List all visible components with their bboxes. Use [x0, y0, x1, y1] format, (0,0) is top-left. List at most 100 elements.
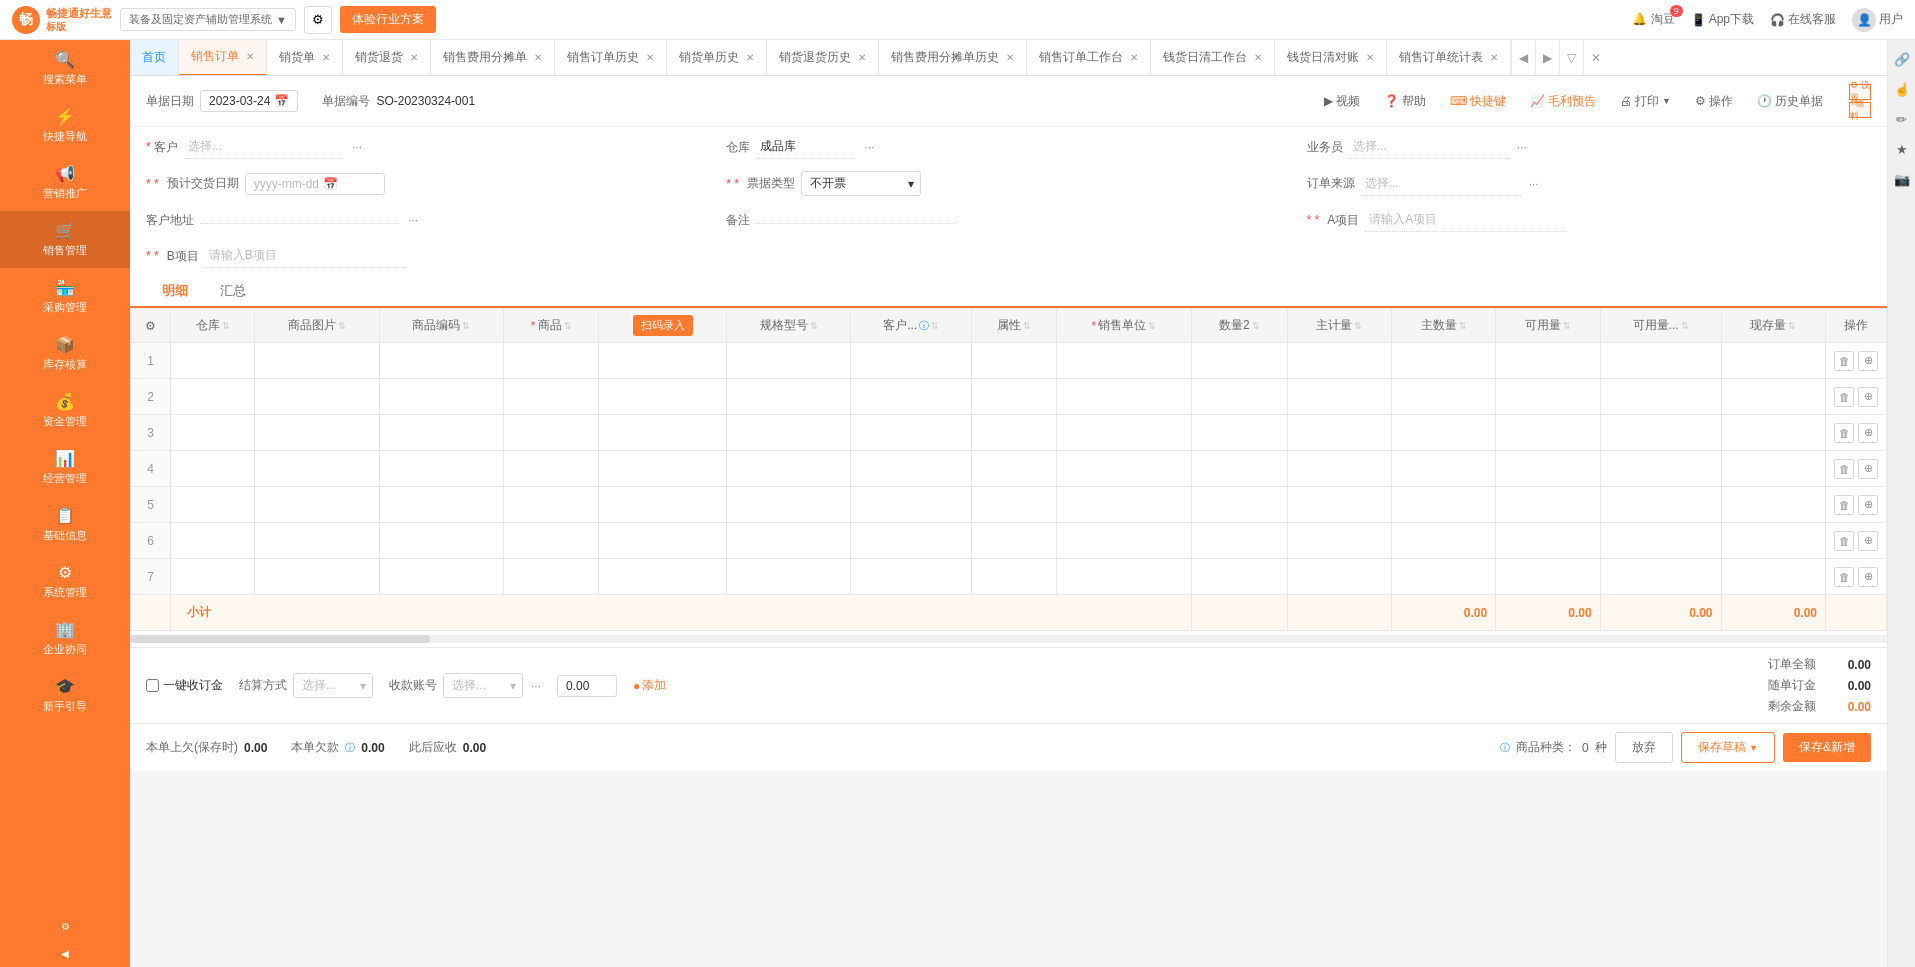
history-button[interactable]: 🕐 历史单据	[1751, 91, 1829, 112]
tab-close-icon[interactable]: ✕	[1130, 52, 1138, 63]
customer-more-icon[interactable]: ···	[352, 140, 362, 154]
sidebar-item-basic[interactable]: 📋 基础信息	[0, 496, 130, 553]
order-source-input[interactable]: 选择...	[1361, 172, 1521, 196]
payment-method-select[interactable]: 选择... ▾	[293, 673, 373, 698]
print-button[interactable]: 🖨 打印 ▼	[1614, 91, 1677, 112]
right-panel-photo-icon[interactable]: 📷	[1891, 168, 1913, 190]
sidebar-item-purchase[interactable]: 🏪 采购管理	[0, 268, 130, 325]
copy-row-button[interactable]: ⊕	[1858, 531, 1878, 551]
sidebar-settings-button[interactable]: ⚙	[0, 913, 130, 940]
salesperson-input[interactable]: 选择...	[1349, 135, 1509, 159]
tab-sales-workbench[interactable]: 销售订单工作台 ✕	[1027, 40, 1151, 76]
delivery-date-input[interactable]: yyyy-mm-dd 📅	[245, 173, 385, 195]
tab-sales-stats[interactable]: 销售订单统计表 ✕	[1387, 40, 1511, 76]
remark-input[interactable]	[756, 217, 956, 224]
copy-row-button[interactable]: ⊕	[1858, 495, 1878, 515]
tab-close-icon[interactable]: ✕	[1490, 52, 1498, 63]
tab-close-icon[interactable]: ✕	[858, 52, 866, 63]
tab-daily-reconcile[interactable]: 钱货日清对账 ✕	[1275, 40, 1387, 76]
tab-close-icon[interactable]: ✕	[646, 52, 654, 63]
delete-row-button[interactable]: 🗑	[1834, 387, 1854, 407]
tab-close-all-button[interactable]: ✕	[1583, 40, 1607, 76]
sidebar-item-marketing[interactable]: 📢 营销推广	[0, 154, 130, 211]
sidebar-item-ops[interactable]: 📊 经营管理	[0, 439, 130, 496]
tab-close-icon[interactable]: ✕	[322, 52, 330, 63]
right-panel-edit-icon[interactable]: ✏	[1891, 108, 1913, 130]
delete-row-button[interactable]: 🗑	[1834, 423, 1854, 443]
industry-button[interactable]: 体验行业方案	[340, 6, 436, 33]
delete-row-button[interactable]: 🗑	[1834, 567, 1854, 587]
tab-sales-invoice[interactable]: 销货单 ✕	[267, 40, 343, 76]
order-source-more-icon[interactable]: ···	[1529, 177, 1539, 191]
right-panel-fingerprint-icon[interactable]: ☝	[1891, 78, 1913, 100]
right-panel-star-icon[interactable]: ★	[1891, 138, 1913, 160]
tab-close-icon[interactable]: ✕	[1254, 52, 1262, 63]
sidebar-collapse-button[interactable]: ◀	[0, 940, 130, 967]
copy-row-button[interactable]: ⊕	[1858, 567, 1878, 587]
one-click-checkbox[interactable]	[146, 679, 159, 692]
shortcut-button[interactable]: ⌨ 快捷键	[1444, 91, 1512, 112]
salesperson-more-icon[interactable]: ···	[1517, 140, 1527, 154]
address-more-icon[interactable]: ···	[408, 213, 418, 227]
sidebar-item-search[interactable]: 🔍 搜索菜单	[0, 40, 130, 97]
tab-expense-history[interactable]: 销售费用分摊单历史 ✕	[879, 40, 1027, 76]
tab-home[interactable]: 首页	[130, 40, 179, 76]
tab-prev-button[interactable]: ◀	[1511, 40, 1535, 76]
tab-next-button[interactable]: ▶	[1535, 40, 1559, 76]
customer-input[interactable]: 选择...	[184, 135, 344, 159]
invoice-type-select[interactable]: 不开票 ▾	[801, 171, 921, 196]
settings-button[interactable]: ⚙	[304, 6, 332, 34]
tab-sales-return[interactable]: 销货退货 ✕	[343, 40, 431, 76]
sidebar-item-system[interactable]: ⚙ 系统管理	[0, 553, 130, 610]
online-service-button[interactable]: 🎧 在线客服	[1770, 11, 1836, 28]
sidebar-item-sales[interactable]: 🛒 销售管理	[0, 211, 130, 268]
copy-row-button[interactable]: ⊕	[1858, 351, 1878, 371]
profit-button[interactable]: 📈 毛利预告	[1524, 91, 1602, 112]
user-avatar[interactable]: 👤 用户	[1852, 8, 1903, 32]
tab-invoice-history[interactable]: 销货单历史 ✕	[667, 40, 767, 76]
sidebar-item-inventory[interactable]: 📦 库存核算	[0, 325, 130, 382]
sidebar-item-quick-nav[interactable]: ⚡ 快捷导航	[0, 97, 130, 154]
view-button[interactable]: ▶ 视频	[1318, 91, 1366, 112]
tab-close-icon[interactable]: ✕	[246, 51, 254, 62]
horizontal-scrollbar[interactable]	[130, 635, 1887, 643]
add-material-button[interactable]: +物料	[1849, 102, 1871, 118]
help-button[interactable]: ❓ 帮助	[1378, 91, 1432, 112]
tab-sales-order-history[interactable]: 销售订单历史 ✕	[555, 40, 667, 76]
sidebar-item-finance[interactable]: 💰 资金管理	[0, 382, 130, 439]
date-input[interactable]: 2023-03-24 📅	[200, 90, 298, 112]
save-draft-button[interactable]: 保存草稿 ▼	[1681, 732, 1775, 763]
delete-row-button[interactable]: 🗑	[1834, 351, 1854, 371]
sidebar-item-company[interactable]: 🏢 企业协同	[0, 610, 130, 667]
account-select[interactable]: 选择... ▾	[443, 673, 523, 698]
project-b-input[interactable]: 请输入B项目	[205, 244, 405, 268]
tab-sales-order[interactable]: 销售订单 ✕	[179, 40, 267, 76]
delete-row-button[interactable]: 🗑	[1834, 531, 1854, 551]
add-payment-button[interactable]: ● 添加	[633, 677, 666, 694]
notification-button[interactable]: 🔔 9 淘豆	[1632, 11, 1674, 28]
tab-close-icon[interactable]: ✕	[1366, 52, 1374, 63]
right-panel-link-icon[interactable]: 🔗	[1891, 48, 1913, 70]
app-download-button[interactable]: 📱 App下载	[1691, 11, 1754, 28]
tab-close-icon[interactable]: ✕	[1006, 52, 1014, 63]
tab-return-history[interactable]: 销货退货历史 ✕	[767, 40, 879, 76]
copy-row-button[interactable]: ⊕	[1858, 423, 1878, 443]
warehouse-value[interactable]: 成品库	[756, 135, 856, 159]
tab-daily-workbench[interactable]: 钱货日清工作台 ✕	[1151, 40, 1275, 76]
copy-row-button[interactable]: ⊕	[1858, 459, 1878, 479]
one-click-payment-checkbox[interactable]: 一键收订金	[146, 677, 223, 694]
barcode-button[interactable]: 扫码录入	[633, 315, 693, 336]
account-more-icon[interactable]: ···	[531, 679, 541, 693]
operation-button[interactable]: ⚙ 操作	[1689, 91, 1739, 112]
customer-address-input[interactable]	[200, 217, 400, 224]
delete-row-button[interactable]: 🗑	[1834, 495, 1854, 515]
warehouse-more-icon[interactable]: ···	[864, 140, 874, 154]
project-a-input[interactable]: 请输入A项目	[1365, 208, 1565, 232]
system-select[interactable]: 装备及固定资产辅助管理系统 ▼	[120, 8, 296, 31]
tab-summary[interactable]: 汇总	[204, 276, 262, 306]
save-new-button[interactable]: 保存&新增	[1783, 733, 1871, 762]
tab-detail[interactable]: 明细	[146, 276, 204, 308]
delete-row-button[interactable]: 🗑	[1834, 459, 1854, 479]
tab-close-icon[interactable]: ✕	[410, 52, 418, 63]
discard-button[interactable]: 放弃	[1615, 732, 1673, 763]
